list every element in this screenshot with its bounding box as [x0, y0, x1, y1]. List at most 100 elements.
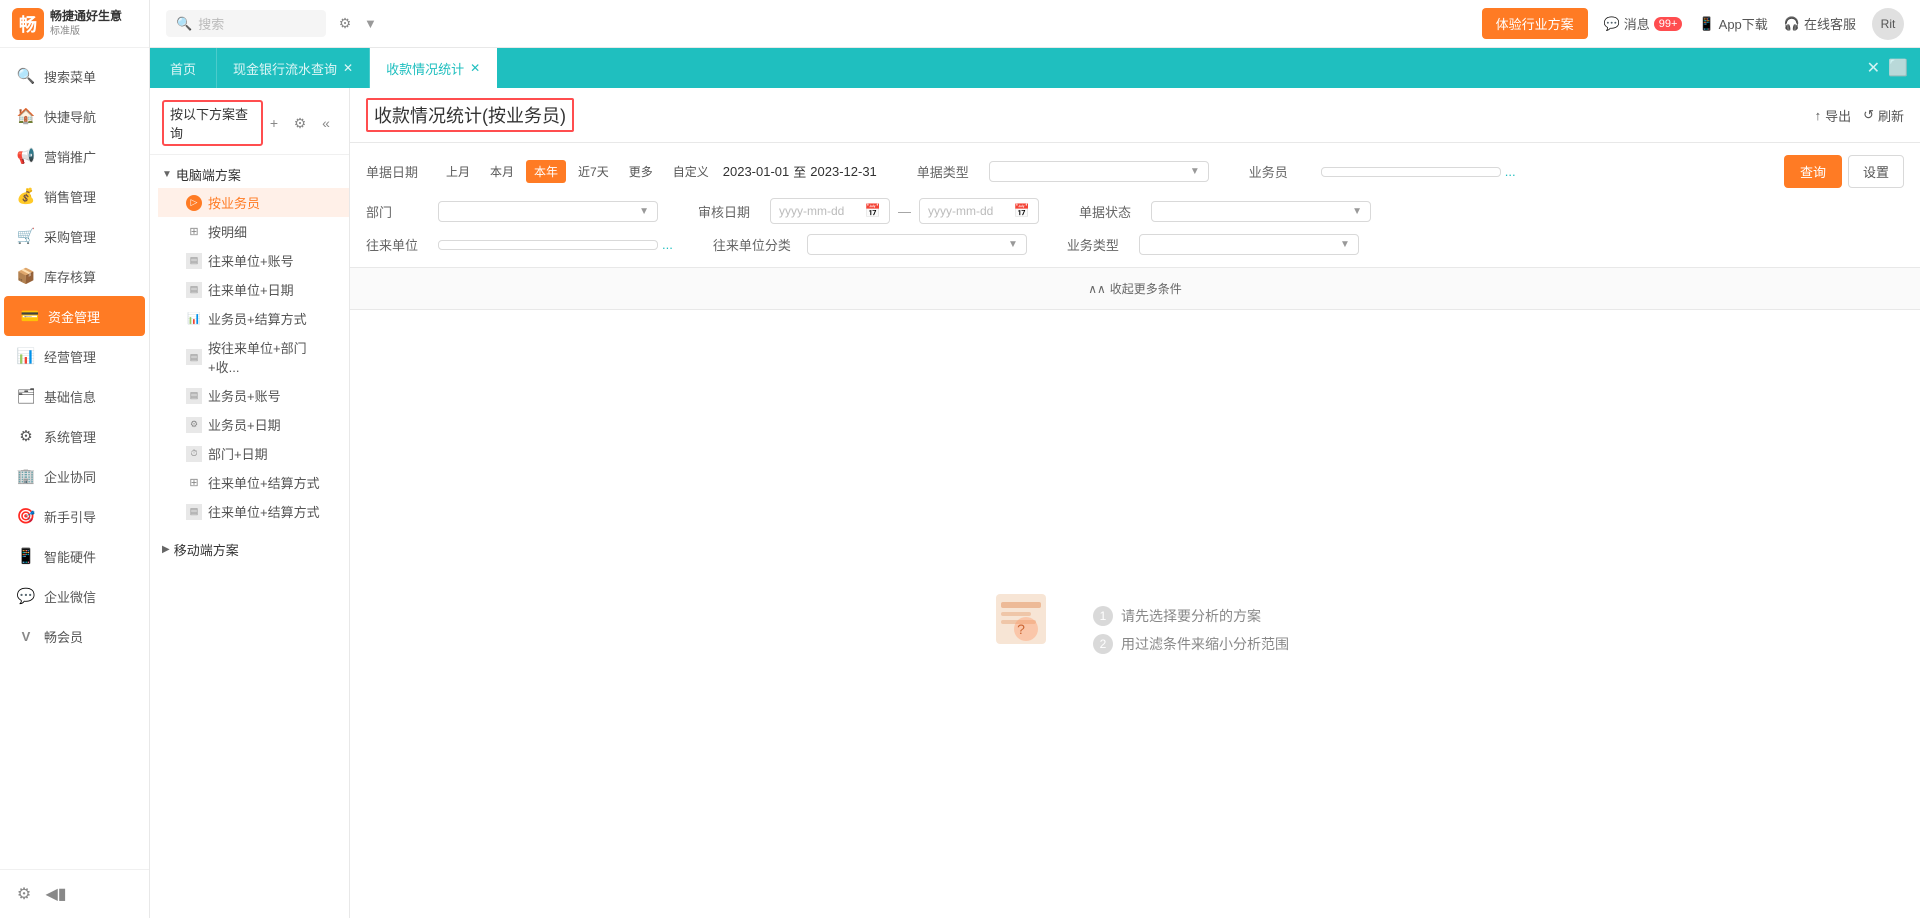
scheme-item-dept-date[interactable]: ⏱ 部门+日期: [158, 439, 349, 468]
voucher-type-select[interactable]: ▼: [989, 161, 1209, 182]
calendar-to-icon: 📅: [1014, 203, 1030, 219]
top-header: 🔍 搜索 ⚙ ▼ 体验行业方案 💬 消息 99+ 📱 App下载 🎧: [150, 0, 1920, 48]
sidebar-footer: ⚙ ◀▮: [0, 869, 149, 918]
add-scheme-button[interactable]: +: [263, 112, 285, 134]
scheme-unit-date-icon: ▤: [186, 282, 202, 298]
tab-home[interactable]: 首页: [150, 48, 217, 88]
category-dropdown-icon: ▼: [1008, 239, 1018, 250]
search-icon: 🔍: [176, 16, 192, 32]
filter-row-2: 部门 ▼ 审核日期 yyyy-mm-dd 📅 —: [366, 198, 1904, 224]
scheme-item-unit-settlement2[interactable]: ▤ 往来单位+结算方式: [158, 497, 349, 526]
page-area: 按以下方案查询 + ⚙ « ▼ 电脑端方案 ▷ 按: [150, 88, 1920, 918]
sidebar-item-guide[interactable]: 🎯 新手引导: [0, 496, 149, 536]
collapse-button[interactable]: ∧∧ 收起更多条件: [1076, 276, 1194, 301]
tab-bankflow[interactable]: 现金银行流水查询 ✕: [217, 48, 370, 88]
empty-tip-2: 2 用过滤条件来缩小分析范围: [1093, 634, 1289, 654]
scheme-item-by-salesperson[interactable]: ▷ 按业务员: [158, 188, 349, 217]
date-btn-this-year[interactable]: 本年: [526, 160, 566, 183]
window-maximize-icon[interactable]: ⬜: [1888, 58, 1908, 78]
tab-bankflow-close[interactable]: ✕: [343, 61, 353, 75]
date-btn-this-month[interactable]: 本月: [482, 160, 522, 183]
scheme-item-salesperson-date[interactable]: ⚙ 业务员+日期: [158, 410, 349, 439]
query-button[interactable]: 查询: [1784, 155, 1842, 188]
business-type-select[interactable]: ▼: [1139, 234, 1359, 255]
sidebar-item-quicknav[interactable]: 🏠 快捷导航: [0, 96, 149, 136]
voucher-type-dropdown-icon: ▼: [1190, 166, 1200, 177]
sidebar-item-enterprise[interactable]: 🏢 企业协同: [0, 456, 149, 496]
sidebar: 畅 畅捷通好生意 标准版 🔍 搜索菜单 🏠 快捷导航 📢 营销推广 💰: [0, 0, 150, 918]
svg-text:?: ?: [1017, 621, 1025, 637]
scheme-item-unit-date[interactable]: ▤ 往来单位+日期: [158, 275, 349, 304]
scheme-item-salesperson-settlement[interactable]: 📊 业务员+结算方式: [158, 304, 349, 333]
app-download-button[interactable]: 📱 App下载: [1698, 14, 1767, 33]
date-to: 2023-12-31: [810, 164, 877, 179]
sidebar-item-system[interactable]: ⚙ 系统管理: [0, 416, 149, 456]
sidebar-item-hardware[interactable]: 📱 智能硬件: [0, 536, 149, 576]
scheme-salesperson-settlement-icon: 📊: [186, 311, 202, 327]
export-button[interactable]: ↑ 导出: [1815, 106, 1852, 125]
scheme-dept-date-icon: ⏱: [186, 446, 202, 462]
user-avatar[interactable]: Rit: [1872, 8, 1904, 40]
header-gear-icon[interactable]: ⚙: [334, 13, 356, 35]
sidebar-item-wechat[interactable]: 💬 企业微信: [0, 576, 149, 616]
sidebar-item-sales[interactable]: 💰 销售管理: [0, 176, 149, 216]
sidebar-item-marketing[interactable]: 📢 营销推广: [0, 136, 149, 176]
finance-nav-icon: 💳: [20, 306, 40, 326]
footer-collapse-icon[interactable]: ◀▮: [44, 882, 68, 906]
download-icon: 📱: [1698, 16, 1714, 32]
scheme-item-unit-dept[interactable]: ▤ 按往来单位+部门+收...: [158, 333, 349, 381]
header-left: 🔍 搜索 ⚙ ▼: [166, 10, 377, 37]
dept-select[interactable]: ▼: [438, 201, 658, 222]
hardware-nav-icon: 📱: [16, 546, 36, 566]
online-service-button[interactable]: 🎧 在线客服: [1784, 14, 1856, 33]
header-dropdown-icon[interactable]: ▼: [364, 16, 377, 31]
message-button[interactable]: 💬 消息 99+: [1604, 14, 1683, 33]
counter-party-input[interactable]: [438, 240, 658, 250]
review-date-to[interactable]: yyyy-mm-dd 📅: [919, 198, 1039, 224]
date-btn-more[interactable]: 更多: [621, 160, 661, 183]
scheme-unit-account-icon: ▤: [186, 253, 202, 269]
voucher-status-select[interactable]: ▼: [1151, 201, 1371, 222]
tab-collection[interactable]: 收款情况统计 ✕: [370, 48, 497, 88]
review-date-from[interactable]: yyyy-mm-dd 📅: [770, 198, 890, 224]
scheme-item-unit-settlement1[interactable]: ⊞ 往来单位+结算方式: [158, 468, 349, 497]
refresh-icon: ↺: [1863, 107, 1874, 123]
scheme-item-unit-account[interactable]: ▤ 往来单位+账号: [158, 246, 349, 275]
collapse-panel-icon[interactable]: «: [315, 112, 337, 134]
empty-tips: 1 请先选择要分析的方案 2 用过滤条件来缩小分析范围: [1093, 606, 1289, 654]
filter-area: 单据日期 上月 本月 本年 近7天 更多 自定义 2023-: [350, 143, 1920, 268]
trial-button[interactable]: 体验行业方案: [1482, 8, 1588, 39]
date-btn-7days[interactable]: 近7天: [570, 160, 617, 183]
scheme-item-salesperson-account[interactable]: ▤ 业务员+账号: [158, 381, 349, 410]
business-type-dropdown-icon: ▼: [1340, 239, 1350, 250]
refresh-button[interactable]: ↺ 刷新: [1863, 106, 1904, 125]
counter-party-category-select[interactable]: ▼: [807, 234, 1027, 255]
scheme-settings-icon[interactable]: ⚙: [289, 112, 311, 134]
sidebar-item-finance[interactable]: 💳 资金管理: [4, 296, 145, 336]
date-btn-custom[interactable]: 自定义: [665, 160, 717, 183]
scheme-unit-settlement2-icon: ▤: [186, 504, 202, 520]
sidebar-item-member[interactable]: V 畅会员: [0, 616, 149, 656]
sidebar-item-purchase[interactable]: 🛒 采购管理: [0, 216, 149, 256]
header-search[interactable]: 🔍 搜索: [166, 10, 326, 37]
tab-bar: 首页 现金银行流水查询 ✕ 收款情况统计 ✕ ✕ ⬜: [150, 48, 1920, 88]
desktop-scheme-group-header[interactable]: ▼ 电脑端方案: [150, 161, 349, 188]
window-close-icon[interactable]: ✕: [1867, 58, 1880, 78]
salesperson-input[interactable]: [1321, 167, 1501, 177]
sidebar-item-search[interactable]: 🔍 搜索菜单: [0, 56, 149, 96]
tab-collection-close[interactable]: ✕: [470, 61, 480, 75]
salesperson-more-icon[interactable]: ...: [1505, 164, 1516, 179]
counter-party-more-icon[interactable]: ...: [662, 237, 673, 252]
date-quick-buttons: 上月 本月 本年 近7天 更多 自定义: [438, 160, 717, 183]
date-btn-last-month[interactable]: 上月: [438, 160, 478, 183]
inventory-nav-icon: 📦: [16, 266, 36, 286]
scheme-list: ▷ 按业务员 ⊞ 按明细 ▤ 往来单位+账号 ▤: [150, 188, 349, 526]
sales-nav-icon: 💰: [16, 186, 36, 206]
sidebar-item-basic[interactable]: 🗂 基础信息: [0, 376, 149, 416]
sidebar-item-inventory[interactable]: 📦 库存核算: [0, 256, 149, 296]
settings-button[interactable]: 设置: [1848, 155, 1904, 188]
mobile-scheme-group-header[interactable]: ▶ 移动端方案: [150, 536, 349, 563]
scheme-item-by-detail[interactable]: ⊞ 按明细: [158, 217, 349, 246]
footer-settings-icon[interactable]: ⚙: [12, 882, 36, 906]
sidebar-item-operation[interactable]: 📊 经营管理: [0, 336, 149, 376]
